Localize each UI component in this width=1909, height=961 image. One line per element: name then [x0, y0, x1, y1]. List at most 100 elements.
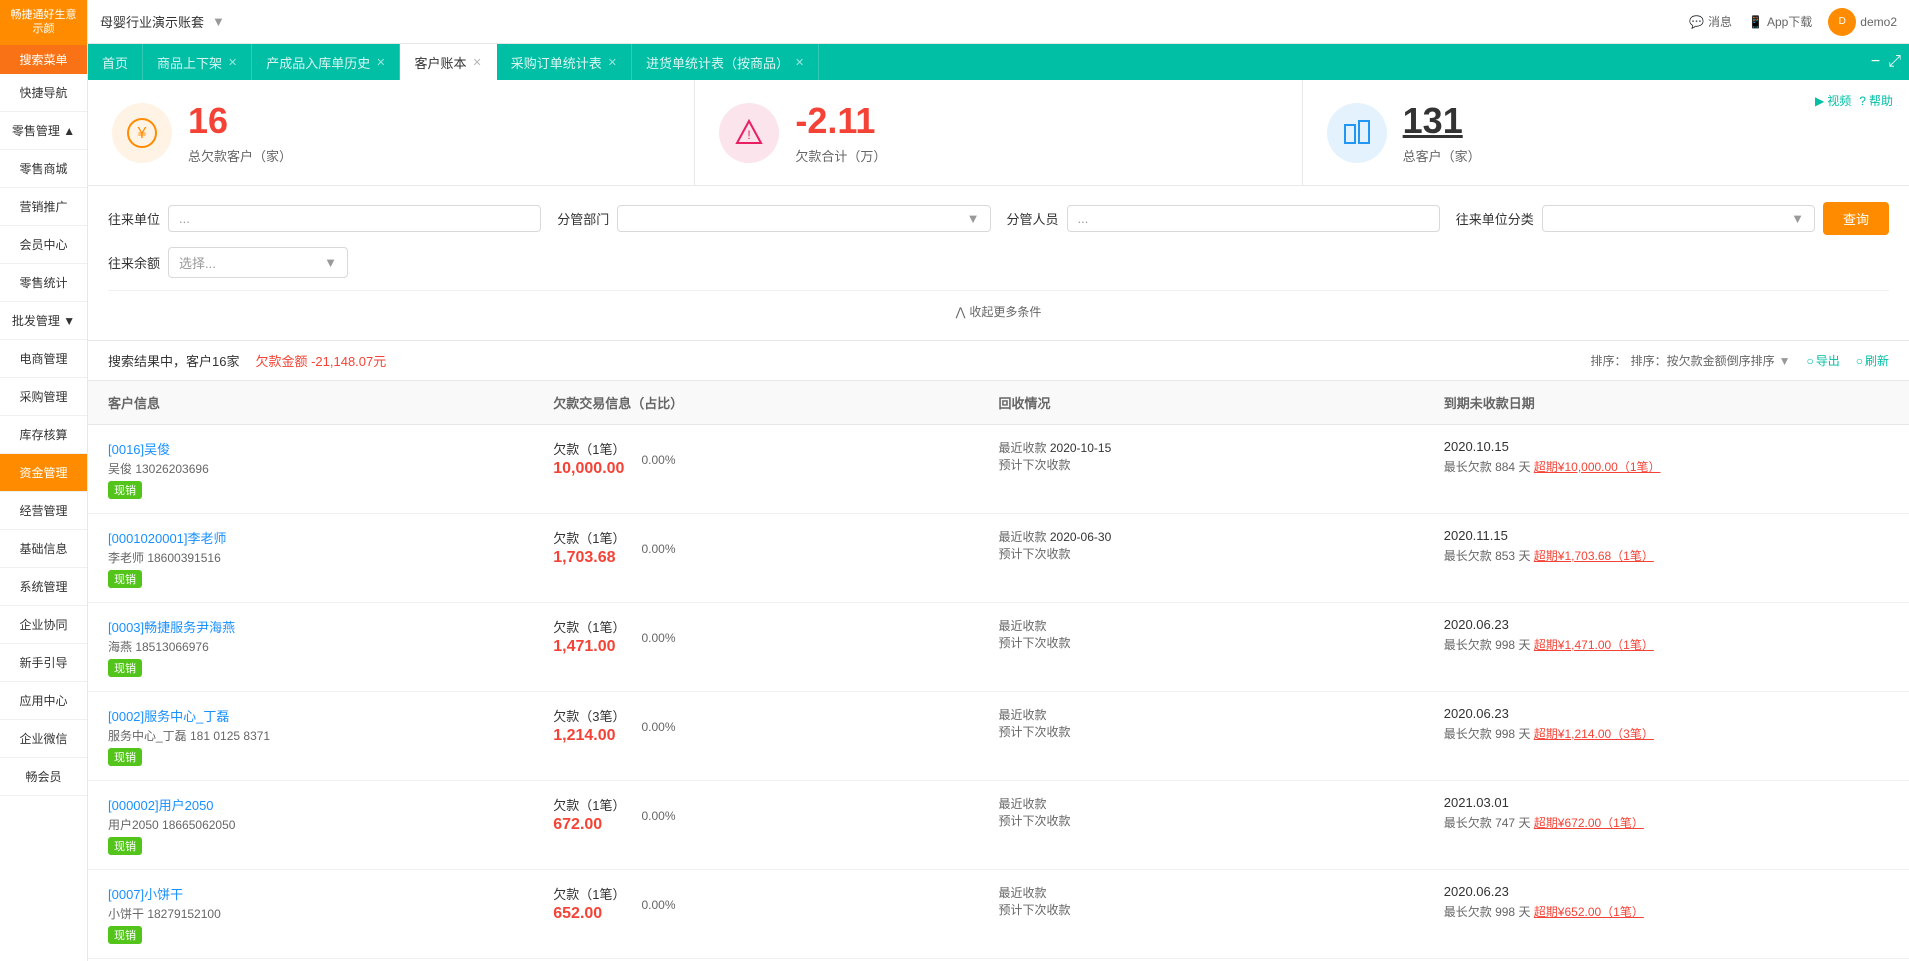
unit-category-dropdown-icon: ▼: [1791, 211, 1804, 226]
tab-close-purchase-stats[interactable]: ✕: [608, 56, 617, 69]
due-info-5: 2020.06.23 最长欠款 998 天 超期¥652.00（1笔）: [1444, 884, 1889, 920]
recovery-info-3: 最近收款 预计下次收款: [999, 706, 1444, 740]
customer-sub-4: 用户2050 18665062050: [108, 816, 553, 833]
tab-home[interactable]: 首页: [88, 44, 143, 80]
sidebar-item-wechat[interactable]: 企业微信: [0, 720, 87, 758]
company-dropdown-icon[interactable]: ▼: [212, 14, 225, 29]
customer-sub-0: 吴俊 13026203696: [108, 460, 553, 477]
sidebar-item-operations[interactable]: 经营管理: [0, 492, 87, 530]
sort-label: 排序：: [1591, 352, 1627, 369]
unit-category-input[interactable]: ▼: [1542, 205, 1815, 232]
customer-table: 客户信息 欠款交易信息（占比） 回收情况 到期未收款日期 [0016]吴俊 吴俊…: [88, 381, 1909, 961]
person-input[interactable]: ...: [1067, 205, 1440, 232]
balance-select[interactable]: 选择... ▼: [168, 247, 348, 278]
customer-name-3[interactable]: [0002]服务中心_丁磊: [108, 709, 229, 724]
sidebar-item-enterprise[interactable]: 企业协同: [0, 606, 87, 644]
app-download-button[interactable]: 📱 App下载: [1748, 13, 1812, 30]
overdue-link-1[interactable]: 超期¥1,703.68（1笔）: [1534, 549, 1654, 563]
col-header-recovery: 回收情况: [999, 393, 1444, 412]
sidebar-item-purchase[interactable]: 采购管理: [0, 378, 87, 416]
overdue-link-3[interactable]: 超期¥1,214.00（3笔）: [1534, 727, 1654, 741]
recovery-info-2: 最近收款 预计下次收款: [999, 617, 1444, 651]
source-unit-group: 往来单位 ...: [108, 205, 541, 232]
sidebar-item-system[interactable]: 系统管理: [0, 568, 87, 606]
customer-name-5[interactable]: [0007]小饼干: [108, 887, 183, 902]
table-row: [0003]畅捷服务尹海燕 海燕 18513066976 现销 欠款（1笔） 1…: [88, 603, 1909, 692]
debt-info-4: 欠款（1笔） 672.00 0.00%: [553, 795, 998, 834]
tab-close-customer[interactable]: ✕: [473, 56, 482, 69]
export-button[interactable]: ○ 导出: [1806, 352, 1839, 369]
total-customers-value: 131: [1403, 100, 1885, 142]
balance-group: 往来余额 选择... ▼: [108, 247, 1889, 278]
sidebar-item-apps[interactable]: 应用中心: [0, 682, 87, 720]
tab-purchase-stats[interactable]: 采购订单统计表 ✕: [497, 44, 632, 80]
source-unit-input[interactable]: ...: [168, 205, 541, 232]
sidebar-item-batch-mgmt[interactable]: 批发管理 ▼: [0, 302, 87, 340]
customer-sub-5: 小饼干 18279152100: [108, 905, 553, 922]
sidebar-item-retail-mgmt[interactable]: 零售管理 ▲: [0, 112, 87, 150]
sidebar-item-basic-info[interactable]: 基础信息: [0, 530, 87, 568]
total-customers-body: 131 总客户（家）: [1403, 100, 1885, 165]
message-icon: 💬: [1689, 15, 1704, 29]
logo-text: 畅捷通好生意 示颜: [4, 8, 83, 37]
tab-inbound-stats[interactable]: 进货单统计表（按商品） ✕: [632, 44, 819, 80]
help-button[interactable]: ? 帮助: [1859, 92, 1893, 109]
summary-card-debt-total: ! -2.11 欠款合计（万）: [695, 80, 1302, 185]
customer-tag-3: 现销: [108, 748, 142, 766]
col-header-debt: 欠款交易信息（占比）: [553, 393, 998, 412]
video-button[interactable]: ▶ 视频: [1815, 92, 1851, 109]
search-menu-button[interactable]: 搜索菜单: [0, 45, 87, 74]
user-profile-button[interactable]: D demo2: [1828, 8, 1897, 36]
tab-close-products[interactable]: ✕: [228, 56, 237, 69]
sidebar-item-finance[interactable]: 资金管理: [0, 454, 87, 492]
tab-close-production[interactable]: ✕: [376, 56, 385, 69]
customer-info-0: [0016]吴俊 吴俊 13026203696 现销: [108, 439, 553, 499]
dept-dropdown-icon: ▼: [967, 211, 980, 226]
page-content: ¥ 16 总欠款客户（家） ! -2.11 欠款合计（万）: [88, 80, 1909, 961]
debt-info-3: 欠款（3笔） 1,214.00 0.00%: [553, 706, 998, 745]
customer-info-3: [0002]服务中心_丁磊 服务中心_丁磊 181 0125 8371 现销: [108, 706, 553, 766]
collapse-button[interactable]: ⋀ 收起更多条件: [108, 299, 1889, 324]
overdue-link-5[interactable]: 超期¥652.00（1笔）: [1534, 905, 1644, 919]
table-row: [0002]服务中心_丁磊 服务中心_丁磊 181 0125 8371 现销 欠…: [88, 692, 1909, 781]
sidebar-item-nav[interactable]: 快捷导航: [0, 74, 87, 112]
message-button[interactable]: 💬 消息: [1689, 13, 1732, 30]
sidebar-item-vip[interactable]: 畅会员: [0, 758, 87, 796]
topbar-right: 💬 消息 📱 App下载 D demo2: [1689, 8, 1897, 36]
tab-customer[interactable]: 客户账本 ✕: [400, 44, 496, 80]
customer-name-4[interactable]: [000002]用户2050: [108, 798, 214, 813]
sidebar-item-inventory[interactable]: 库存核算: [0, 416, 87, 454]
tabs-actions: − ⤢: [1863, 53, 1909, 71]
tab-products[interactable]: 商品上下架 ✕: [143, 44, 252, 80]
table-header: 客户信息 欠款交易信息（占比） 回收情况 到期未收款日期: [88, 381, 1909, 425]
tab-close-inbound-stats[interactable]: ✕: [795, 56, 804, 69]
col-header-due: 到期未收款日期: [1444, 393, 1889, 412]
sidebar-item-retail-stats[interactable]: 零售统计: [0, 264, 87, 302]
sidebar-item-retail-store[interactable]: 零售商城: [0, 150, 87, 188]
refresh-button[interactable]: ○ 刷新: [1856, 352, 1889, 369]
recovery-info-0: 最近收款 2020-10-15 预计下次收款: [999, 439, 1444, 473]
due-info-2: 2020.06.23 最长欠款 998 天 超期¥1,471.00（1笔）: [1444, 617, 1889, 653]
recovery-info-5: 最近收款 预计下次收款: [999, 884, 1444, 918]
customer-name-0[interactable]: [0016]吴俊: [108, 442, 170, 457]
sidebar-item-marketing[interactable]: 营销推广: [0, 188, 87, 226]
sort-dropdown-icon: ▼: [1779, 354, 1791, 368]
customer-info-1: [0001020001]李老师 李老师 18600391516 现销: [108, 528, 553, 588]
sort-select[interactable]: 排序： 排序：按欠款金额倒序排序 ▼: [1591, 352, 1791, 369]
dept-input[interactable]: ▼: [617, 205, 990, 232]
search-button[interactable]: 查询: [1823, 202, 1889, 235]
overdue-link-4[interactable]: 超期¥672.00（1笔）: [1534, 816, 1644, 830]
customer-name-1[interactable]: [0001020001]李老师: [108, 531, 227, 546]
tab-minimize-button[interactable]: −: [1871, 53, 1880, 71]
balance-label: 往来余额: [108, 253, 160, 272]
overdue-link-2[interactable]: 超期¥1,471.00（1笔）: [1534, 638, 1654, 652]
debtors-icon: ¥: [112, 103, 172, 163]
tab-production[interactable]: 产成品入库单历史 ✕: [252, 44, 400, 80]
summary-cards: ¥ 16 总欠款客户（家） ! -2.11 欠款合计（万）: [88, 80, 1909, 186]
tab-maximize-button[interactable]: ⤢: [1888, 53, 1901, 71]
overdue-link-0[interactable]: 超期¥10,000.00（1笔）: [1534, 460, 1661, 474]
sidebar-item-member[interactable]: 会员中心: [0, 226, 87, 264]
sidebar-item-ecommerce[interactable]: 电商管理: [0, 340, 87, 378]
sidebar-item-newbie[interactable]: 新手引导: [0, 644, 87, 682]
customer-name-2[interactable]: [0003]畅捷服务尹海燕: [108, 620, 235, 635]
